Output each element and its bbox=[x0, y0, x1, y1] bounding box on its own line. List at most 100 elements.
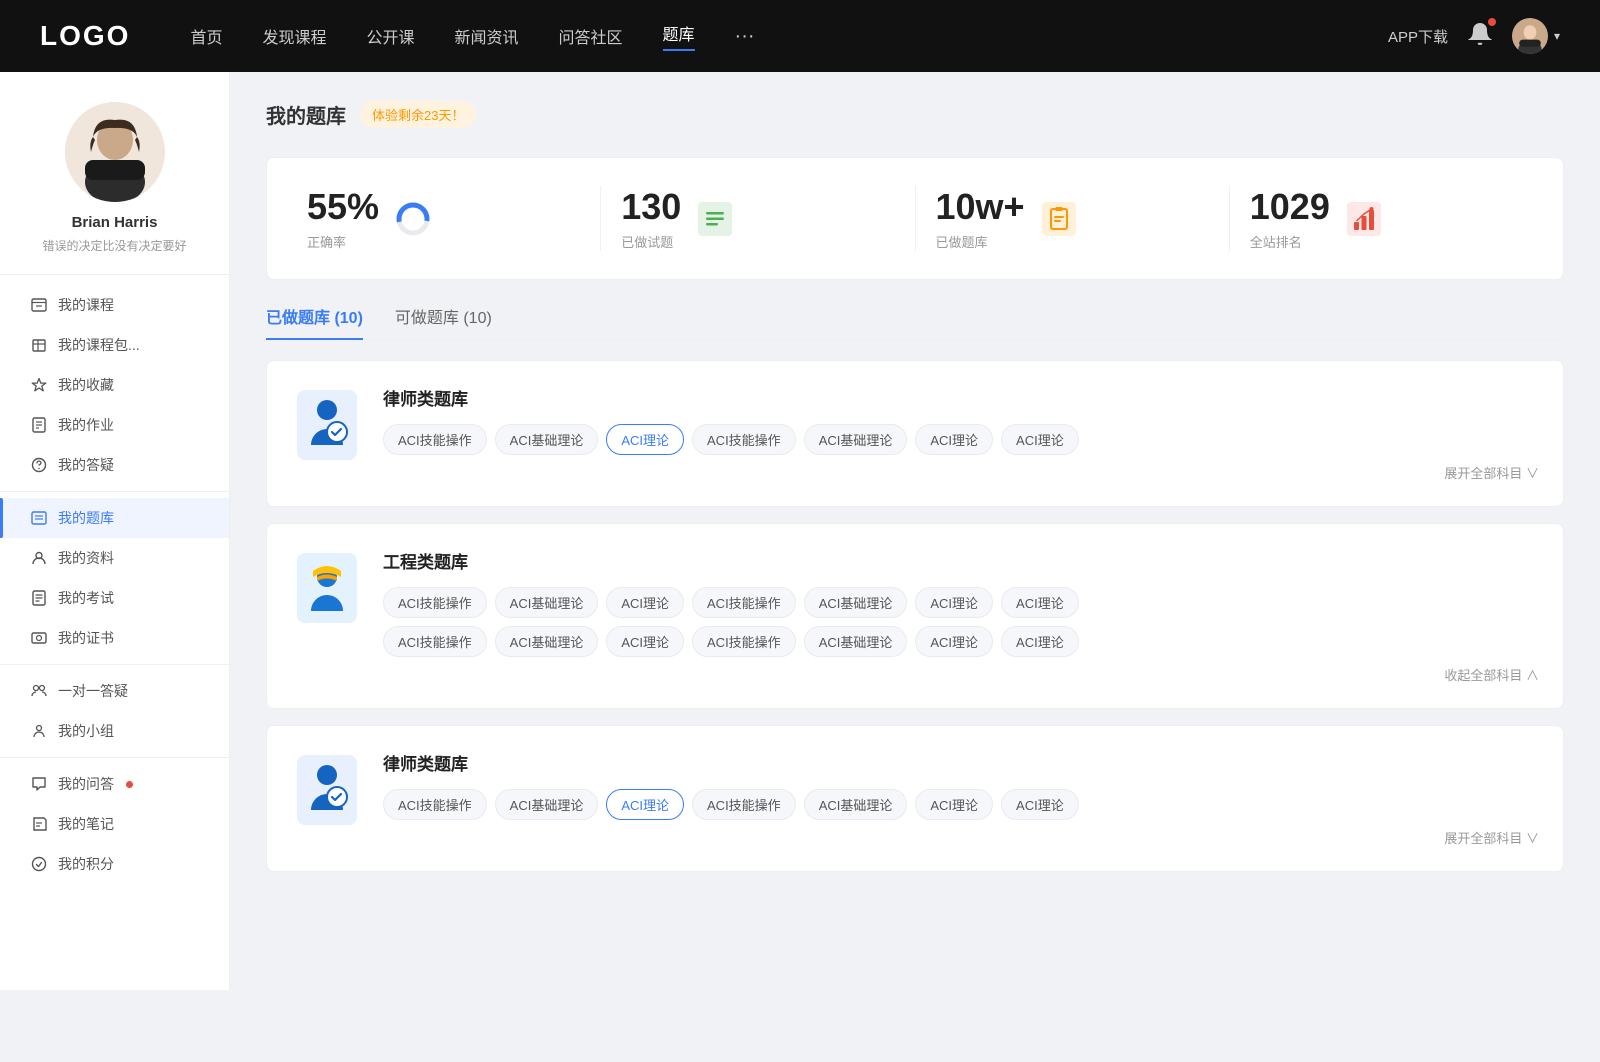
tag-2-3[interactable]: ACI技能操作 bbox=[692, 789, 796, 820]
page-header: 我的题库 体验剩余23天！ bbox=[266, 100, 1564, 129]
tab-todo[interactable]: 可做题库 (10) bbox=[395, 304, 492, 340]
sidebar-item-star[interactable]: 我的收藏 bbox=[0, 365, 229, 405]
main-content: 我的题库 体验剩余23天！ 55% 正确率 bbox=[230, 72, 1600, 990]
sidebar-item-certificate[interactable]: 我的证书 bbox=[0, 618, 229, 658]
tag-row: ACI技能操作ACI基础理论ACI理论ACI技能操作ACI基础理论ACI理论AC… bbox=[383, 587, 1539, 618]
nav-more[interactable]: ··· bbox=[735, 25, 755, 48]
stats-row: 55% 正确率 130 已做试题 bbox=[266, 157, 1564, 280]
categories-container: 律师类题库 ACI技能操作ACI基础理论ACI理论ACI技能操作ACI基础理论A… bbox=[266, 360, 1564, 872]
sidebar-item-label: 我的资料 bbox=[58, 548, 114, 568]
header: LOGO 首页 发现课程 公开课 新闻资讯 问答社区 题库 ··· APP下载 bbox=[0, 0, 1600, 72]
app-download-link[interactable]: APP下载 bbox=[1388, 26, 1448, 47]
tag-1-1[interactable]: ACI基础理论 bbox=[495, 587, 599, 618]
tag-2-4[interactable]: ACI基础理论 bbox=[804, 789, 908, 820]
tag-1-10[interactable]: ACI技能操作 bbox=[692, 626, 796, 657]
tag-0-3[interactable]: ACI技能操作 bbox=[692, 424, 796, 455]
user-avatar bbox=[1512, 18, 1548, 54]
tag-1-0[interactable]: ACI技能操作 bbox=[383, 587, 487, 618]
sidebar-item-score[interactable]: 我的积分 bbox=[0, 844, 229, 884]
tag-1-4[interactable]: ACI基础理论 bbox=[804, 587, 908, 618]
tag-0-2[interactable]: ACI理论 bbox=[606, 424, 684, 455]
tag-1-7[interactable]: ACI技能操作 bbox=[383, 626, 487, 657]
category-title-2: 律师类题库 bbox=[383, 750, 1539, 775]
tag-row: ACI技能操作ACI基础理论ACI理论ACI技能操作ACI基础理论ACI理论AC… bbox=[383, 424, 1539, 455]
tag-0-6[interactable]: ACI理论 bbox=[1001, 424, 1079, 455]
chevron-down-icon: ▾ bbox=[1554, 29, 1560, 43]
tag-1-11[interactable]: ACI基础理论 bbox=[804, 626, 908, 657]
nav-qa[interactable]: 问答社区 bbox=[559, 24, 623, 48]
tag-1-9[interactable]: ACI理论 bbox=[606, 626, 684, 657]
course-icon bbox=[30, 296, 48, 314]
tab-done[interactable]: 已做题库 (10) bbox=[266, 304, 363, 340]
category-body-0: 律师类题库 ACI技能操作ACI基础理论ACI理论ACI技能操作ACI基础理论A… bbox=[383, 385, 1539, 482]
sidebar-item-homework[interactable]: 我的作业 bbox=[0, 405, 229, 445]
tag-1-8[interactable]: ACI基础理论 bbox=[495, 626, 599, 657]
sidebar-item-label: 我的积分 bbox=[58, 854, 114, 874]
stat-done-quiz: 10w+ 已做题库 bbox=[916, 186, 1230, 251]
score-icon bbox=[30, 855, 48, 873]
category-icon-1 bbox=[291, 548, 363, 628]
nav-news[interactable]: 新闻资讯 bbox=[455, 24, 519, 48]
sidebar-item-label: 我的题库 bbox=[58, 508, 114, 528]
expand-link-1[interactable]: 收起全部科目 ∧ bbox=[383, 665, 1539, 684]
sidebar-item-course[interactable]: 我的课程 bbox=[0, 285, 229, 325]
page-title: 我的题库 bbox=[266, 100, 346, 129]
sidebar-item-group[interactable]: 我的小组 bbox=[0, 711, 229, 751]
tag-2-5[interactable]: ACI理论 bbox=[915, 789, 993, 820]
category-body-2: 律师类题库 ACI技能操作ACI基础理论ACI理论ACI技能操作ACI基础理论A… bbox=[383, 750, 1539, 847]
stat-accuracy-value: 55% 正确率 bbox=[307, 186, 379, 251]
tag-1-2[interactable]: ACI理论 bbox=[606, 587, 684, 618]
sidebar-item-profile[interactable]: 我的资料 bbox=[0, 538, 229, 578]
group-icon bbox=[30, 722, 48, 740]
tag-0-4[interactable]: ACI基础理论 bbox=[804, 424, 908, 455]
tag-0-0[interactable]: ACI技能操作 bbox=[383, 424, 487, 455]
sidebar-item-oneone[interactable]: 一对一答疑 bbox=[0, 671, 229, 711]
tag-1-3[interactable]: ACI技能操作 bbox=[692, 587, 796, 618]
tag-1-5[interactable]: ACI理论 bbox=[915, 587, 993, 618]
tag-2-2[interactable]: ACI理论 bbox=[606, 789, 684, 820]
logo: LOGO bbox=[40, 20, 130, 52]
layout: Brian Harris 错误的决定比没有决定要好 我的课程 我的课程包... … bbox=[0, 72, 1600, 990]
nav-home[interactable]: 首页 bbox=[190, 24, 222, 48]
sidebar-item-note[interactable]: 我的笔记 bbox=[0, 804, 229, 844]
sidebar-item-quiz[interactable]: 我的题库 bbox=[0, 498, 229, 538]
expand-link-0[interactable]: 展开全部科目 ∨ bbox=[383, 463, 1539, 482]
package-icon bbox=[30, 336, 48, 354]
menu-badge bbox=[126, 781, 133, 788]
tag-2-1[interactable]: ACI基础理论 bbox=[495, 789, 599, 820]
trial-badge: 体验剩余23天！ bbox=[360, 101, 476, 128]
certificate-icon bbox=[30, 629, 48, 647]
nav-quiz[interactable]: 题库 bbox=[663, 21, 695, 51]
stat-accuracy: 55% 正确率 bbox=[287, 186, 601, 251]
donut-chart-icon bbox=[395, 201, 431, 237]
expand-link-2[interactable]: 展开全部科目 ∨ bbox=[383, 828, 1539, 847]
sidebar-item-label: 我的笔记 bbox=[58, 814, 114, 834]
sidebar-item-package[interactable]: 我的课程包... bbox=[0, 325, 229, 365]
bell-icon[interactable] bbox=[1468, 22, 1492, 51]
sidebar-item-question[interactable]: 我的答疑 bbox=[0, 445, 229, 485]
user-avatar-wrap[interactable]: ▾ bbox=[1512, 18, 1560, 54]
tag-2-0[interactable]: ACI技能操作 bbox=[383, 789, 487, 820]
nav-open[interactable]: 公开课 bbox=[366, 24, 414, 48]
sidebar-divider bbox=[0, 491, 229, 492]
category-icon-0 bbox=[291, 385, 363, 465]
sidebar-divider bbox=[0, 664, 229, 665]
tag-1-13[interactable]: ACI理论 bbox=[1001, 626, 1079, 657]
main-nav: 首页 发现课程 公开课 新闻资讯 问答社区 题库 ··· bbox=[190, 21, 1388, 51]
sidebar-item-label: 我的收藏 bbox=[58, 375, 114, 395]
category-card-2: 律师类题库 ACI技能操作ACI基础理论ACI理论ACI技能操作ACI基础理论A… bbox=[266, 725, 1564, 872]
tag-2-6[interactable]: ACI理论 bbox=[1001, 789, 1079, 820]
sidebar-item-qa[interactable]: 我的问答 bbox=[0, 764, 229, 804]
sidebar: Brian Harris 错误的决定比没有决定要好 我的课程 我的课程包... … bbox=[0, 72, 230, 990]
profile-avatar bbox=[65, 102, 165, 202]
tag-0-1[interactable]: ACI基础理论 bbox=[495, 424, 599, 455]
tag-1-12[interactable]: ACI理论 bbox=[915, 626, 993, 657]
sidebar-item-label: 我的作业 bbox=[58, 415, 114, 435]
nav-discover[interactable]: 发现课程 bbox=[262, 24, 326, 48]
category-body-1: 工程类题库 ACI技能操作ACI基础理论ACI理论ACI技能操作ACI基础理论A… bbox=[383, 548, 1539, 684]
tag-1-6[interactable]: ACI理论 bbox=[1001, 587, 1079, 618]
sidebar-item-exam[interactable]: 我的考试 bbox=[0, 578, 229, 618]
question-icon bbox=[30, 456, 48, 474]
tag-0-5[interactable]: ACI理论 bbox=[915, 424, 993, 455]
sidebar-item-label: 我的答疑 bbox=[58, 455, 114, 475]
